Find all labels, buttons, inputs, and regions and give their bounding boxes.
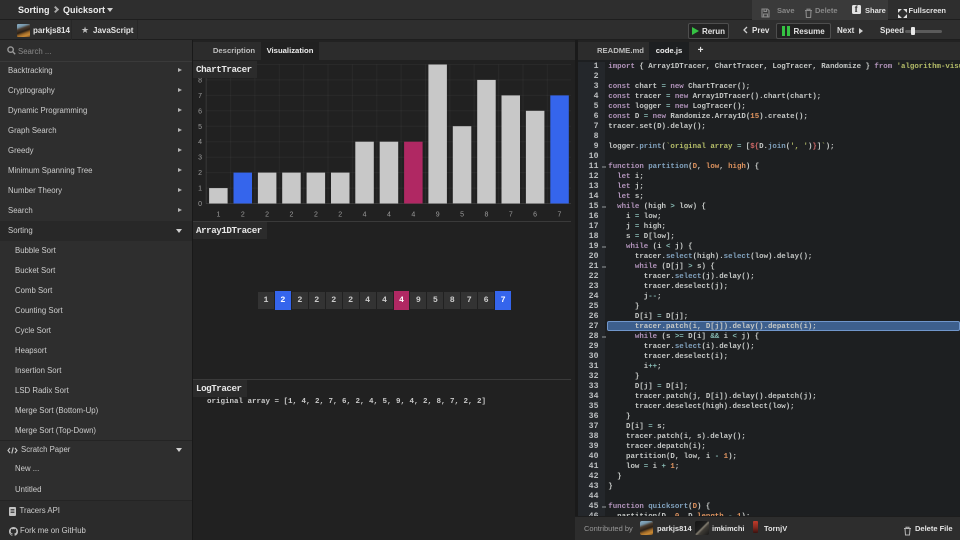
svg-text:6: 6 bbox=[533, 212, 537, 219]
svg-text:1: 1 bbox=[216, 212, 220, 219]
svg-text:2: 2 bbox=[314, 212, 318, 219]
svg-text:4: 4 bbox=[363, 212, 367, 219]
svg-text:2: 2 bbox=[241, 212, 245, 219]
svg-text:5: 5 bbox=[460, 212, 464, 219]
svg-text:1: 1 bbox=[198, 186, 202, 193]
svg-text:6: 6 bbox=[198, 108, 202, 115]
svg-text:4: 4 bbox=[198, 139, 202, 146]
svg-text:0: 0 bbox=[198, 201, 202, 208]
svg-text:5: 5 bbox=[198, 124, 202, 131]
svg-text:2: 2 bbox=[290, 212, 294, 219]
svg-text:7: 7 bbox=[509, 212, 513, 219]
svg-text:7: 7 bbox=[198, 93, 202, 100]
svg-text:7: 7 bbox=[558, 212, 562, 219]
svg-text:9: 9 bbox=[436, 212, 440, 219]
svg-text:4: 4 bbox=[387, 212, 391, 219]
svg-text:8: 8 bbox=[484, 212, 488, 219]
svg-text:8: 8 bbox=[198, 77, 202, 84]
svg-text:2: 2 bbox=[338, 212, 342, 219]
svg-text:3: 3 bbox=[198, 155, 202, 162]
svg-text:2: 2 bbox=[198, 170, 202, 177]
svg-text:2: 2 bbox=[265, 212, 269, 219]
svg-text:4: 4 bbox=[411, 212, 415, 219]
